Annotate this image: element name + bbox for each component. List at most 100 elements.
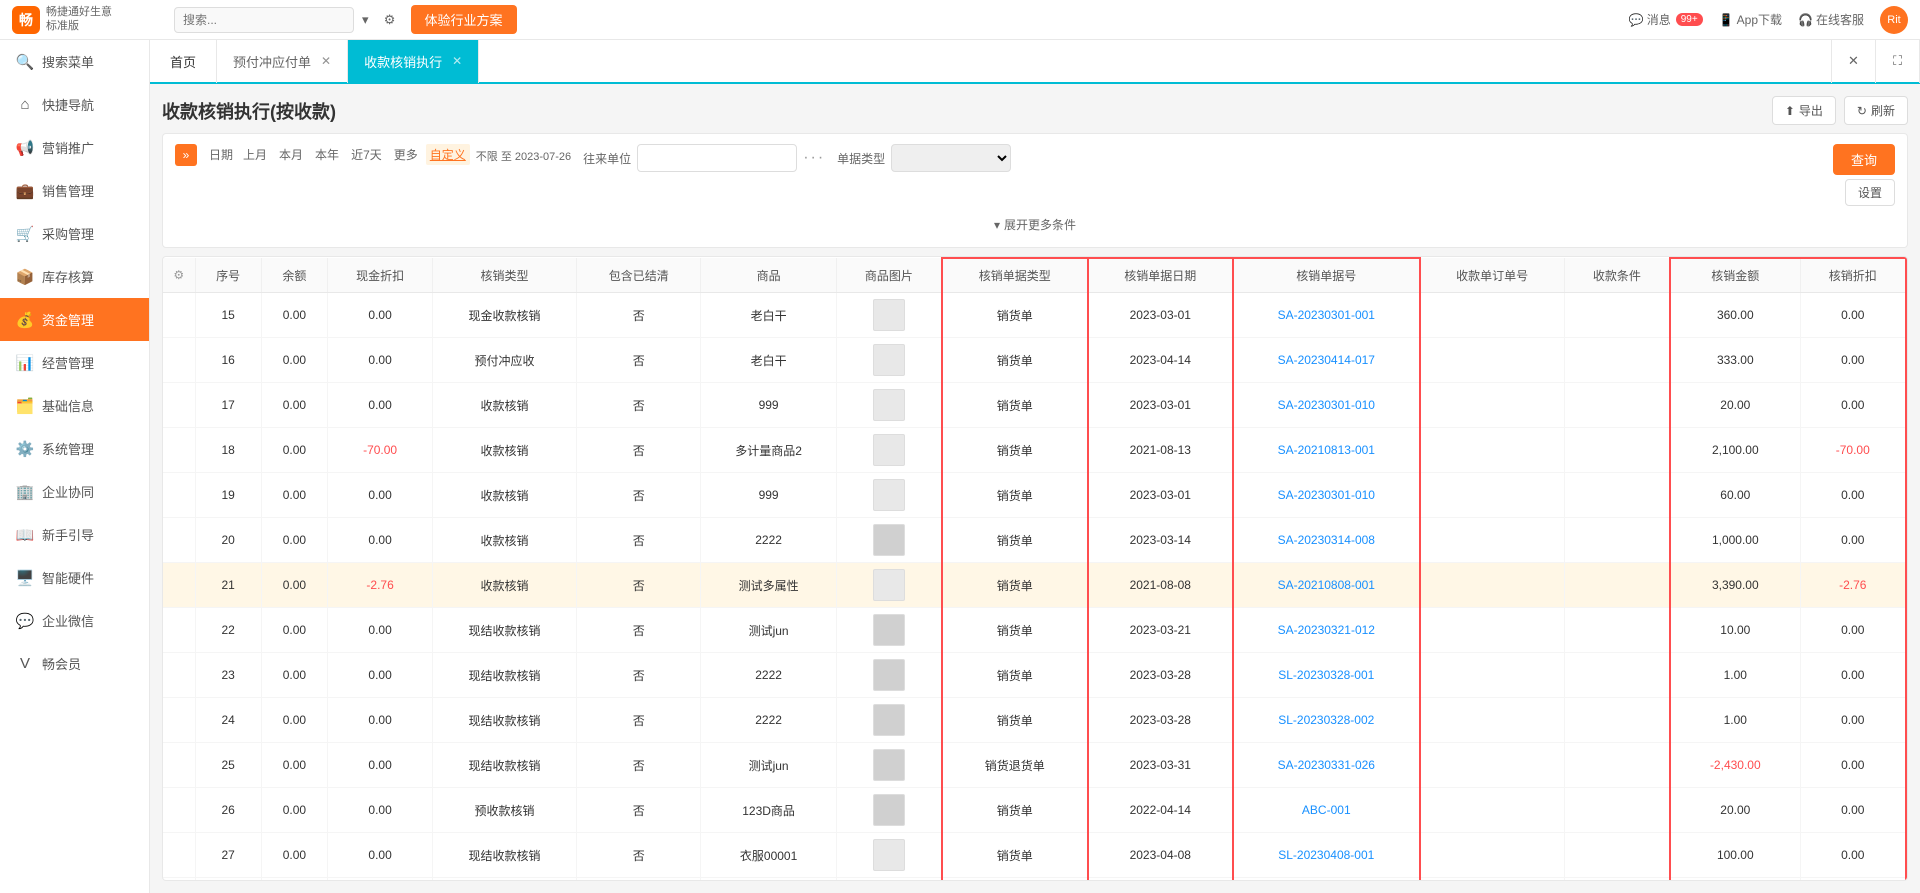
cell-included-settled: 否 <box>576 698 700 743</box>
top-search-input[interactable] <box>174 7 354 33</box>
doc-no-link[interactable]: SA-20210813-001 <box>1278 443 1375 457</box>
headset-icon: 🎧 <box>1798 13 1813 27</box>
partner-more-icon[interactable]: ··· <box>803 149 825 167</box>
doc-no-link[interactable]: SA-20230301-010 <box>1278 488 1375 502</box>
sidebar-item-vip[interactable]: V畅会员 <box>0 642 149 685</box>
cell-settings <box>163 878 195 882</box>
sidebar-item-inventory[interactable]: 📦库存核算 <box>0 255 149 298</box>
cell-settings <box>163 608 195 653</box>
cell-cash-discount: 0.00 <box>328 383 433 428</box>
cell-writeoff-type: 现结收款核销 <box>433 743 577 788</box>
cell-product: 测试jun <box>701 743 836 788</box>
online-service-btn[interactable]: 🎧 在线客服 <box>1798 11 1864 28</box>
cell-cash-discount: 0.00 <box>328 473 433 518</box>
close-tab-btn[interactable]: ✕ <box>1832 40 1876 83</box>
doc-no-link[interactable]: SA-20230331-026 <box>1278 758 1375 772</box>
cell-receipt-order-no <box>1420 833 1565 878</box>
cell-cash-discount: 0.00 <box>328 743 433 788</box>
refresh-btn[interactable]: ↻ 刷新 <box>1844 96 1908 125</box>
doc-no-link[interactable]: SL-20230328-001 <box>1278 668 1374 682</box>
filter-date-section: 日期 上月 本月 本年 近7天 更多 自定义 不限 至 2023-07-26 <box>209 144 571 165</box>
col-cash-discount: 现金折扣 <box>328 258 433 293</box>
sidebar-item-marketing[interactable]: 📢营销推广 <box>0 126 149 169</box>
sidebar-item-corp[interactable]: 🏢企业协同 <box>0 470 149 513</box>
cell-receipt-order-no <box>1420 383 1565 428</box>
sidebar-item-finance[interactable]: 💰资金管理 <box>0 298 149 341</box>
query-btn[interactable]: 查询 <box>1833 144 1895 175</box>
corp-icon: 🏢 <box>16 483 34 501</box>
date-this-year[interactable]: 本年 <box>311 144 343 165</box>
collapse-arrow-btn[interactable]: » <box>175 144 197 166</box>
sidebar-item-purchase[interactable]: 🛒采购管理 <box>0 212 149 255</box>
tab-prepay[interactable]: 预付冲应付单 ✕ <box>217 40 348 83</box>
table-row: 16 0.00 0.00 预付冲应收 否 老白干 销货单 2023-04-14 … <box>163 338 1906 383</box>
cell-writeoff-amount: 360.00 <box>1670 293 1800 338</box>
expand-more-btn[interactable]: ▾ 展开更多条件 <box>175 212 1895 237</box>
col-doc-no: 核销单据号 <box>1233 258 1420 293</box>
cell-doc-type: 销货退货单 <box>942 743 1087 788</box>
dropdown-arrow-icon[interactable]: ▾ <box>362 12 369 28</box>
export-btn[interactable]: ⬆ 导出 <box>1772 96 1836 125</box>
partner-input[interactable] <box>637 144 797 172</box>
cell-writeoff-type: 收款核销 <box>433 428 577 473</box>
sidebar-item-hardware[interactable]: 🖥️智能硬件 <box>0 556 149 599</box>
cell-settings <box>163 383 195 428</box>
sidebar-item-guide[interactable]: 📖新手引导 <box>0 513 149 556</box>
cell-product: 测试多属性 <box>701 563 836 608</box>
sidebar-item-operations[interactable]: 📊经营管理 <box>0 341 149 384</box>
cell-product: 2222 <box>701 698 836 743</box>
settings-icon[interactable]: ⚙ <box>377 7 403 33</box>
tab-home[interactable]: 首页 <box>150 40 217 83</box>
date-7days[interactable]: 近7天 <box>347 144 386 165</box>
tab-writeoff-close[interactable]: ✕ <box>452 54 462 68</box>
maximize-btn[interactable]: ⛶ <box>1876 40 1920 83</box>
page-content: 收款核销执行(按收款) ⬆ 导出 ↻ 刷新 » 日期 <box>150 84 1920 893</box>
cell-balance: 0.00 <box>261 338 327 383</box>
product-image <box>873 704 905 736</box>
sidebar-item-nav[interactable]: ⌂快捷导航 <box>0 83 149 126</box>
table-row: 21 0.00 -2.76 收款核销 否 测试多属性 销货单 2021-08-0… <box>163 563 1906 608</box>
cell-included-settled: 否 <box>576 563 700 608</box>
cell-doc-no: SL-20230418-001 <box>1233 878 1420 882</box>
doctype-select[interactable] <box>891 144 1011 172</box>
user-avatar[interactable]: Rit <box>1880 6 1908 34</box>
app-download-btn[interactable]: 📱 App下载 <box>1719 11 1782 28</box>
cell-product: 2222 <box>701 653 836 698</box>
sidebar-label-inventory: 库存核算 <box>42 267 94 286</box>
doc-no-link[interactable]: SL-20230328-002 <box>1278 713 1374 727</box>
sidebar-item-search[interactable]: 🔍搜索菜单 <box>0 40 149 83</box>
cell-settings <box>163 518 195 563</box>
sidebar-item-system[interactable]: ⚙️系统管理 <box>0 427 149 470</box>
doc-no-link[interactable]: SA-20210808-001 <box>1278 578 1375 592</box>
cell-writeoff-type: 现结收款核销 <box>433 608 577 653</box>
table-row: 26 0.00 0.00 预收款核销 否 123D商品 销货单 2022-04-… <box>163 788 1906 833</box>
messages-btn[interactable]: 💬 消息 99+ <box>1629 11 1703 28</box>
doc-no-link[interactable]: SA-20230301-001 <box>1278 308 1375 322</box>
cell-doc-no: SA-20210808-001 <box>1233 563 1420 608</box>
sidebar-item-wechat[interactable]: 💬企业微信 <box>0 599 149 642</box>
tab-writeoff[interactable]: 收款核销执行 ✕ <box>348 40 479 83</box>
cell-doc-date: 2023-03-01 <box>1088 383 1233 428</box>
cell-writeoff-amount: 1.00 <box>1670 698 1800 743</box>
date-this-month[interactable]: 本月 <box>275 144 307 165</box>
tab-prepay-close[interactable]: ✕ <box>321 54 331 68</box>
sidebar-item-basic[interactable]: 🗂️基础信息 <box>0 384 149 427</box>
cell-doc-date: 2023-04-14 <box>1088 338 1233 383</box>
date-custom[interactable]: 自定义 <box>426 144 470 165</box>
date-last-month[interactable]: 上月 <box>239 144 271 165</box>
doc-no-link[interactable]: SA-20230301-010 <box>1278 398 1375 412</box>
cell-doc-type: 销货单 <box>942 653 1087 698</box>
sidebar-item-sales[interactable]: 💼销售管理 <box>0 169 149 212</box>
filter-settings-btn[interactable]: 设置 <box>1845 179 1895 206</box>
doc-no-link[interactable]: SL-20230408-001 <box>1278 848 1374 862</box>
doc-no-link[interactable]: SA-20230314-008 <box>1278 533 1375 547</box>
doc-no-link[interactable]: SA-20230414-017 <box>1278 353 1375 367</box>
date-more[interactable]: 更多 <box>390 144 422 165</box>
industry-solution-btn[interactable]: 体验行业方案 <box>411 5 517 34</box>
cell-receipt-condition <box>1564 293 1670 338</box>
doc-no-link[interactable]: ABC-001 <box>1302 803 1351 817</box>
col-settings[interactable]: ⚙ <box>163 258 195 293</box>
doc-no-link[interactable]: SA-20230321-012 <box>1278 623 1375 637</box>
search-icon: 🔍 <box>16 53 34 71</box>
sidebar-label-basic: 基础信息 <box>42 396 94 415</box>
